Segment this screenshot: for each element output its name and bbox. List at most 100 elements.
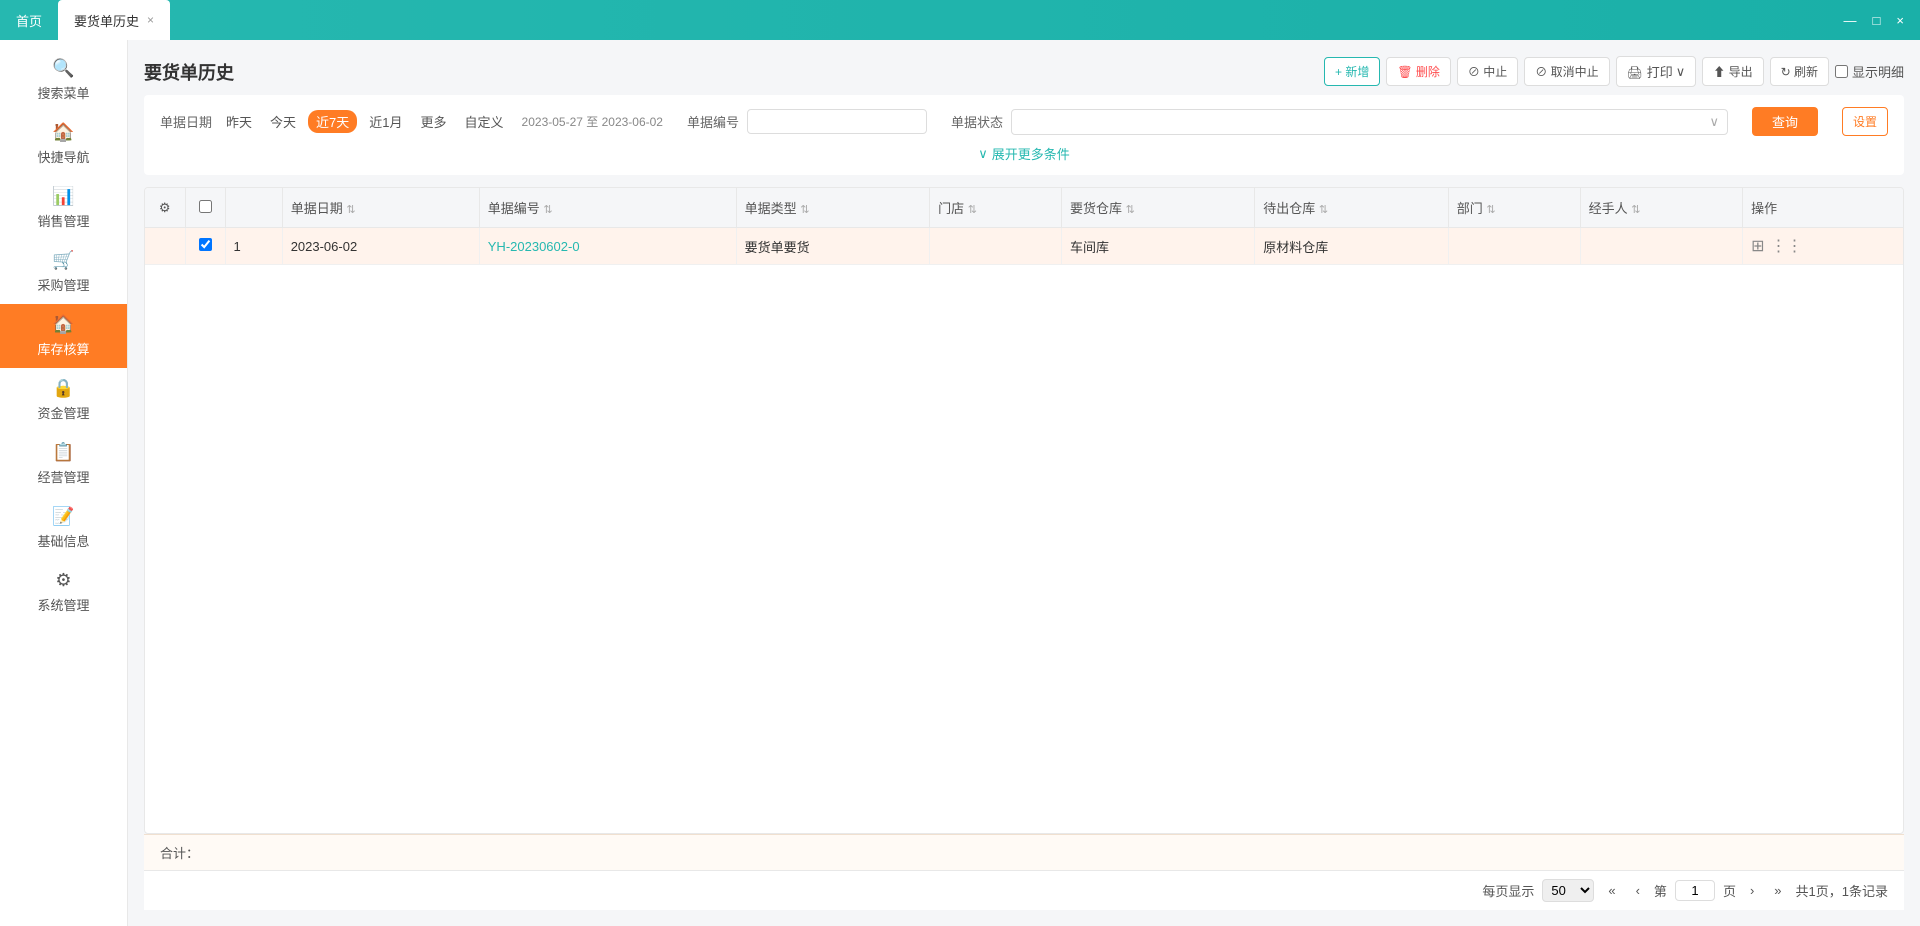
date-filter-group: 单据日期 昨天 今天 近7天 近1月 更多 自定义 2023-05-27 至 2…	[160, 110, 663, 133]
table-wrap: ⚙ 单据日期 ⇅ 单据编号 ⇅	[144, 187, 1904, 834]
display-detail-label: 显示明细	[1852, 62, 1904, 81]
page-label: 第	[1654, 881, 1667, 900]
display-detail-checkbox-wrap[interactable]: 显示明细	[1835, 62, 1904, 81]
sort-handler-icon[interactable]: ⇅	[1631, 204, 1640, 216]
export-button[interactable]: ⬆ 导出	[1702, 57, 1763, 86]
sidebar-item-operation-label: 经营管理	[37, 467, 89, 486]
td-index: 1	[225, 228, 282, 265]
select-all-checkbox[interactable]	[199, 200, 212, 213]
row-checkbox[interactable]	[199, 238, 212, 251]
add-button[interactable]: + 新增	[1324, 57, 1380, 86]
bill-status-select[interactable]: ∨	[1011, 109, 1728, 135]
sidebar-item-operation[interactable]: 📋 经营管理	[0, 432, 127, 496]
th-store-label: 门店	[938, 201, 964, 216]
th-pending-warehouse[interactable]: 待出仓库 ⇅	[1255, 188, 1449, 228]
th-checkbox[interactable]	[185, 188, 225, 228]
th-date-label: 单据日期	[291, 201, 343, 216]
page-prev-btn[interactable]: ‹	[1630, 881, 1646, 900]
th-settings[interactable]: ⚙	[145, 188, 185, 228]
th-pending-warehouse-label: 待出仓库	[1263, 201, 1315, 216]
date-custom[interactable]: 自定义	[459, 110, 510, 133]
filter-row-1: 单据日期 昨天 今天 近7天 近1月 更多 自定义 2023-05-27 至 2…	[160, 107, 1888, 136]
th-bill-no[interactable]: 单据编号 ⇅	[479, 188, 736, 228]
row-more-icon[interactable]: ⋮⋮	[1771, 236, 1803, 256]
page-first-btn[interactable]: «	[1602, 881, 1621, 900]
th-date[interactable]: 单据日期 ⇅	[282, 188, 479, 228]
date-range-text: 2023-05-27 至 2023-06-02	[522, 113, 663, 130]
header-area: 要货单历史 + 新增 🗑 删除 ⊘ 中止 ⊘ 取消中止 🖨 打印 ∨ ⬆ 导出 …	[144, 56, 1904, 87]
display-detail-checkbox[interactable]	[1835, 65, 1848, 78]
tab-home[interactable]: 首页	[0, 0, 58, 40]
sidebar-item-purchase-label: 采购管理	[37, 275, 89, 294]
query-button[interactable]: 查询	[1752, 107, 1818, 136]
sort-bill-type-icon[interactable]: ⇅	[800, 204, 809, 216]
sort-department-icon[interactable]: ⇅	[1486, 204, 1495, 216]
row-view-icon[interactable]: ⊞	[1751, 236, 1764, 256]
sidebar-item-purchase[interactable]: 🛒 采购管理	[0, 240, 127, 304]
page-suffix: 页	[1723, 881, 1736, 900]
th-department[interactable]: 部门 ⇅	[1448, 188, 1580, 228]
date-yesterday[interactable]: 昨天	[220, 110, 258, 133]
th-bill-no-label: 单据编号	[488, 201, 540, 216]
td-operation: ⊞ ⋮⋮	[1743, 228, 1903, 265]
page-title: 要货单历史	[144, 59, 1324, 85]
th-index	[225, 188, 282, 228]
sidebar-item-basic[interactable]: 📝 基础信息	[0, 496, 127, 560]
sidebar-item-sales[interactable]: 📊 销售管理	[0, 176, 127, 240]
tab-yaohuodan[interactable]: 要货单历史 ×	[58, 0, 170, 40]
bill-no-input[interactable]	[747, 109, 927, 134]
date-filter-buttons: 昨天 今天 近7天 近1月 更多 自定义	[220, 110, 510, 133]
date-last1month[interactable]: 近1月	[363, 110, 408, 133]
sort-bill-no-icon[interactable]: ⇅	[543, 204, 552, 216]
window-maximize-btn[interactable]: □	[1873, 13, 1881, 28]
window-close-btn[interactable]: ×	[1896, 13, 1904, 28]
bill-no-filter-group: 单据编号	[687, 109, 927, 134]
page-next-btn[interactable]: ›	[1744, 881, 1760, 900]
td-checkbox[interactable]	[185, 228, 225, 265]
date-last7days[interactable]: 近7天	[308, 110, 357, 133]
sidebar-item-system[interactable]: ⚙ 系统管理	[0, 560, 127, 624]
window-minimize-btn[interactable]: —	[1844, 13, 1857, 28]
stop-button[interactable]: ⊘ 中止	[1457, 57, 1518, 86]
sidebar-item-search-menu[interactable]: 🔍 搜索菜单	[0, 48, 127, 112]
sidebar-item-sales-label: 销售管理	[37, 211, 89, 230]
cancel-stop-button[interactable]: ⊘ 取消中止	[1524, 57, 1609, 86]
expand-more-btn[interactable]: ∨ 展开更多条件	[160, 144, 1888, 163]
print-button[interactable]: 🖨 打印 ∨	[1616, 56, 1697, 87]
settings-button[interactable]: 设置	[1842, 107, 1888, 136]
page-input[interactable]: 1	[1675, 880, 1715, 901]
td-request-warehouse: 车间库	[1061, 228, 1254, 265]
sidebar-item-finance[interactable]: 🔒 资金管理	[0, 368, 127, 432]
per-page-select[interactable]: 20 50 100 200	[1542, 879, 1594, 902]
td-bill-type: 要货单要货	[736, 228, 930, 265]
th-request-warehouse[interactable]: 要货仓库 ⇅	[1061, 188, 1254, 228]
bill-status-filter-group: 单据状态 ∨	[951, 109, 1728, 135]
sort-pending-warehouse-icon[interactable]: ⇅	[1319, 204, 1328, 216]
pagination: 每页显示 20 50 100 200 « ‹ 第 1 页 › » 共1页，1条记…	[144, 870, 1904, 910]
sidebar-item-basic-label: 基础信息	[37, 531, 89, 550]
basic-icon: 📝	[52, 506, 74, 527]
sort-store-icon[interactable]: ⇅	[968, 204, 977, 216]
sidebar-item-inventory[interactable]: 🏠 库存核算	[0, 304, 127, 368]
date-today[interactable]: 今天	[264, 110, 302, 133]
tab-yaohuodan-close[interactable]: ×	[147, 13, 154, 27]
sidebar-item-quick-nav[interactable]: 🏠 快捷导航	[0, 112, 127, 176]
summary-label: 合计：	[160, 843, 199, 862]
bill-no-link[interactable]: YH-20230602-0	[488, 239, 580, 254]
th-handler[interactable]: 经手人 ⇅	[1580, 188, 1743, 228]
refresh-button[interactable]: ↻ 刷新	[1770, 57, 1829, 86]
table-row[interactable]: 1 2023-06-02 YH-20230602-0 要货单要货 车间库 原材料…	[145, 228, 1903, 265]
td-store	[930, 228, 1062, 265]
th-bill-type[interactable]: 单据类型 ⇅	[736, 188, 930, 228]
delete-button[interactable]: 🗑 删除	[1386, 57, 1451, 86]
sort-request-warehouse-icon[interactable]: ⇅	[1126, 204, 1135, 216]
sidebar-item-inventory-label: 库存核算	[37, 339, 89, 358]
date-more[interactable]: 更多	[415, 110, 453, 133]
system-icon: ⚙	[55, 570, 71, 591]
data-table: ⚙ 单据日期 ⇅ 单据编号 ⇅	[145, 188, 1903, 265]
operation-icon: 📋	[52, 442, 74, 463]
page-last-btn[interactable]: »	[1768, 881, 1787, 900]
td-bill-no[interactable]: YH-20230602-0	[479, 228, 736, 265]
sort-date-icon[interactable]: ⇅	[346, 204, 355, 216]
th-store[interactable]: 门店 ⇅	[930, 188, 1062, 228]
